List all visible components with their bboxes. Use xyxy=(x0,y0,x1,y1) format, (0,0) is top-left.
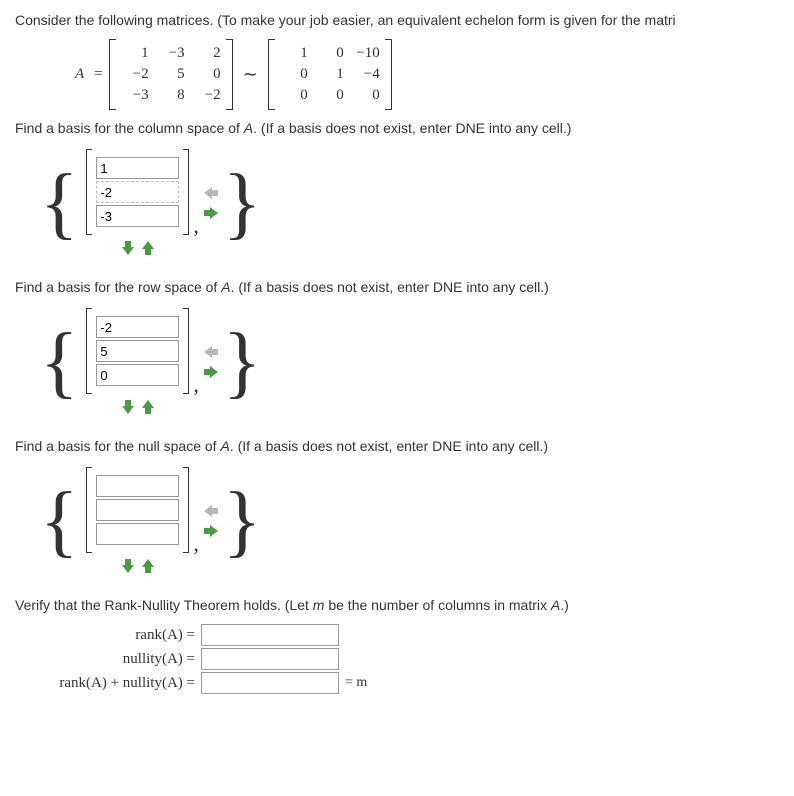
col-v1-input-3[interactable] xyxy=(96,205,179,227)
matrix-cell: 0 xyxy=(189,64,225,85)
col-v1-input-1[interactable] xyxy=(96,157,179,179)
matrix-cell: 0 xyxy=(312,43,348,64)
rank-plus-nullity-label: rank(A) + nullity(A) = xyxy=(15,675,195,692)
add-row-icon[interactable] xyxy=(140,557,156,575)
nullity-input[interactable] xyxy=(201,648,339,670)
null-v1-input-1[interactable] xyxy=(96,475,179,497)
null-space-question: Find a basis for the null space of A. (I… xyxy=(15,436,779,457)
intro-text: Consider the following matrices. (To mak… xyxy=(15,10,779,31)
matrix-cell: 2 xyxy=(189,43,225,64)
verify-tail2: .) xyxy=(560,597,569,613)
right-brace-icon xyxy=(223,481,261,561)
column-basis-widget: , xyxy=(40,149,779,257)
right-brace-icon xyxy=(223,322,261,402)
left-brace-icon xyxy=(40,163,78,243)
matrix-a-ref: A xyxy=(220,438,229,454)
null-basis-widget: , xyxy=(40,467,779,575)
row-v1-input-1[interactable] xyxy=(96,316,179,338)
q-null-text: Find a basis for the null space of xyxy=(15,438,220,454)
q-tail: . (If a basis does not exist, enter DNE … xyxy=(253,120,571,136)
rank-plus-nullity-input[interactable] xyxy=(201,672,339,694)
add-vector-icon[interactable] xyxy=(203,204,219,222)
equals-m-text: = m xyxy=(345,675,367,691)
matrix-cell: 8 xyxy=(153,85,189,106)
m-variable: m xyxy=(313,597,325,613)
null-v1-input-2[interactable] xyxy=(96,499,179,521)
null-v1-input-3[interactable] xyxy=(96,523,179,545)
column-vector-1 xyxy=(86,149,189,235)
matrix-cell: −2 xyxy=(117,64,153,85)
comma-separator: , xyxy=(193,531,199,557)
rank-input[interactable] xyxy=(201,624,339,646)
matrix-a-label: A xyxy=(75,66,84,83)
q-col-text: Find a basis for the column space of xyxy=(15,120,244,136)
row-vector-1 xyxy=(86,308,189,394)
add-vector-icon[interactable] xyxy=(203,522,219,540)
matrix-cell: 5 xyxy=(153,64,189,85)
matrix-cell: 0 xyxy=(312,85,348,106)
q-tail: . (If a basis does not exist, enter DNE … xyxy=(231,279,549,295)
matrix-cell: −4 xyxy=(348,64,384,85)
matrix-cell: 0 xyxy=(348,85,384,106)
column-space-question: Find a basis for the column space of A. … xyxy=(15,118,779,139)
remove-vector-icon[interactable] xyxy=(203,502,219,520)
nullity-label: nullity(A) = xyxy=(15,651,195,668)
row-basis-widget: , xyxy=(40,308,779,416)
verify-text: Verify that the Rank-Nullity Theorem hol… xyxy=(15,597,313,613)
matrix-echelon: 1 0 −10 0 1 −4 0 0 0 xyxy=(268,39,392,110)
verify-tail: be the number of columns in matrix xyxy=(324,597,550,613)
matrix-cell: 0 xyxy=(276,85,312,106)
matrix-cell: −2 xyxy=(189,85,225,106)
matrix-a-ref: A xyxy=(551,597,560,613)
matrix-cell: 1 xyxy=(117,43,153,64)
row-space-question: Find a basis for the row space of A. (If… xyxy=(15,277,779,298)
q-tail: . (If a basis does not exist, enter DNE … xyxy=(230,438,548,454)
remove-row-icon[interactable] xyxy=(120,239,136,257)
matrix-equation: A = 1 −3 2 −2 5 0 −3 8 −2 ∼ 1 0 −10 0 1 … xyxy=(75,39,779,110)
add-vector-icon[interactable] xyxy=(203,363,219,381)
comma-separator: , xyxy=(193,372,199,398)
comma-separator: , xyxy=(193,213,199,239)
col-v1-input-2[interactable] xyxy=(96,181,179,203)
rank-label: rank(A) = xyxy=(15,627,195,644)
matrix-a-ref: A xyxy=(221,279,230,295)
row-v1-input-2[interactable] xyxy=(96,340,179,362)
add-row-icon[interactable] xyxy=(140,239,156,257)
tilde-symbol: ∼ xyxy=(243,64,258,85)
matrix-a: 1 −3 2 −2 5 0 −3 8 −2 xyxy=(109,39,233,110)
left-brace-icon xyxy=(40,322,78,402)
rank-nullity-question: Verify that the Rank-Nullity Theorem hol… xyxy=(15,595,779,616)
remove-row-icon[interactable] xyxy=(120,557,136,575)
matrix-cell: −3 xyxy=(117,85,153,106)
remove-vector-icon[interactable] xyxy=(203,343,219,361)
matrix-cell: 1 xyxy=(312,64,348,85)
matrix-cell: −3 xyxy=(153,43,189,64)
matrix-cell: 1 xyxy=(276,43,312,64)
row-v1-input-3[interactable] xyxy=(96,364,179,386)
left-brace-icon xyxy=(40,481,78,561)
matrix-cell: −10 xyxy=(348,43,384,64)
rank-nullity-block: rank(A) = nullity(A) = rank(A) + nullity… xyxy=(15,624,779,694)
equals-sign: = xyxy=(94,66,102,83)
q-row-text: Find a basis for the row space of xyxy=(15,279,221,295)
remove-row-icon[interactable] xyxy=(120,398,136,416)
add-row-icon[interactable] xyxy=(140,398,156,416)
matrix-cell: 0 xyxy=(276,64,312,85)
matrix-a-ref: A xyxy=(244,120,253,136)
right-brace-icon xyxy=(223,163,261,243)
null-vector-1 xyxy=(86,467,189,553)
remove-vector-icon[interactable] xyxy=(203,184,219,202)
